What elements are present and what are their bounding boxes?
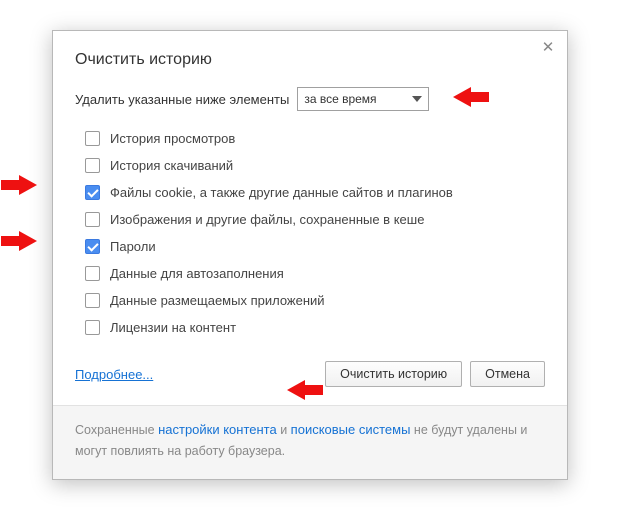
checkbox[interactable]	[85, 131, 100, 146]
option-row: Изображения и другие файлы, сохраненные …	[85, 206, 545, 233]
checkbox[interactable]	[85, 293, 100, 308]
dialog-footer: Сохраненные настройки контента и поисков…	[53, 405, 567, 479]
checkbox[interactable]	[85, 239, 100, 254]
chevron-down-icon	[412, 96, 422, 102]
dialog-title: Очистить историю	[75, 51, 545, 69]
option-label: Данные размещаемых приложений	[110, 293, 325, 308]
option-row: Данные размещаемых приложений	[85, 287, 545, 314]
option-row: История просмотров	[85, 125, 545, 152]
option-row: Лицензии на контент	[85, 314, 545, 341]
footer-text: и	[277, 423, 291, 437]
period-select-value: за все время	[304, 92, 376, 106]
option-label: История скачиваний	[110, 158, 233, 173]
option-label: История просмотров	[110, 131, 235, 146]
option-row: История скачиваний	[85, 152, 545, 179]
annotation-arrow	[19, 231, 37, 251]
cancel-button[interactable]: Отмена	[470, 361, 545, 387]
period-row: Удалить указанные ниже элементы за все в…	[75, 87, 545, 111]
more-link[interactable]: Подробнее...	[75, 367, 153, 382]
search-engines-link[interactable]: поисковые системы	[291, 422, 411, 437]
footer-text: Сохраненные	[75, 423, 158, 437]
period-prompt: Удалить указанные ниже элементы	[75, 92, 289, 107]
clear-history-dialog: ✕ Очистить историю Удалить указанные ниж…	[52, 30, 568, 480]
checkbox[interactable]	[85, 320, 100, 335]
option-label: Данные для автозаполнения	[110, 266, 284, 281]
clear-history-button[interactable]: Очистить историю	[325, 361, 462, 387]
button-group: Очистить историю Отмена	[325, 361, 545, 387]
option-row: Данные для автозаполнения	[85, 260, 545, 287]
checkbox[interactable]	[85, 185, 100, 200]
close-icon[interactable]: ✕	[539, 39, 557, 57]
option-row: Пароли	[85, 233, 545, 260]
content-settings-link[interactable]: настройки контента	[158, 422, 277, 437]
option-label: Файлы cookie, а также другие данные сайт…	[110, 185, 453, 200]
option-label: Изображения и другие файлы, сохраненные …	[110, 212, 424, 227]
option-label: Пароли	[110, 239, 156, 254]
options-list: История просмотров История скачиваний Файл…	[85, 125, 545, 341]
option-label: Лицензии на контент	[110, 320, 236, 335]
option-row: Файлы cookie, а также другие данные сайт…	[85, 179, 545, 206]
checkbox[interactable]	[85, 266, 100, 281]
annotation-arrow	[19, 175, 37, 195]
checkbox[interactable]	[85, 158, 100, 173]
checkbox[interactable]	[85, 212, 100, 227]
action-row: Подробнее... Очистить историю Отмена	[75, 351, 545, 405]
dialog-body: ✕ Очистить историю Удалить указанные ниж…	[53, 31, 567, 405]
period-select[interactable]: за все время	[297, 87, 429, 111]
